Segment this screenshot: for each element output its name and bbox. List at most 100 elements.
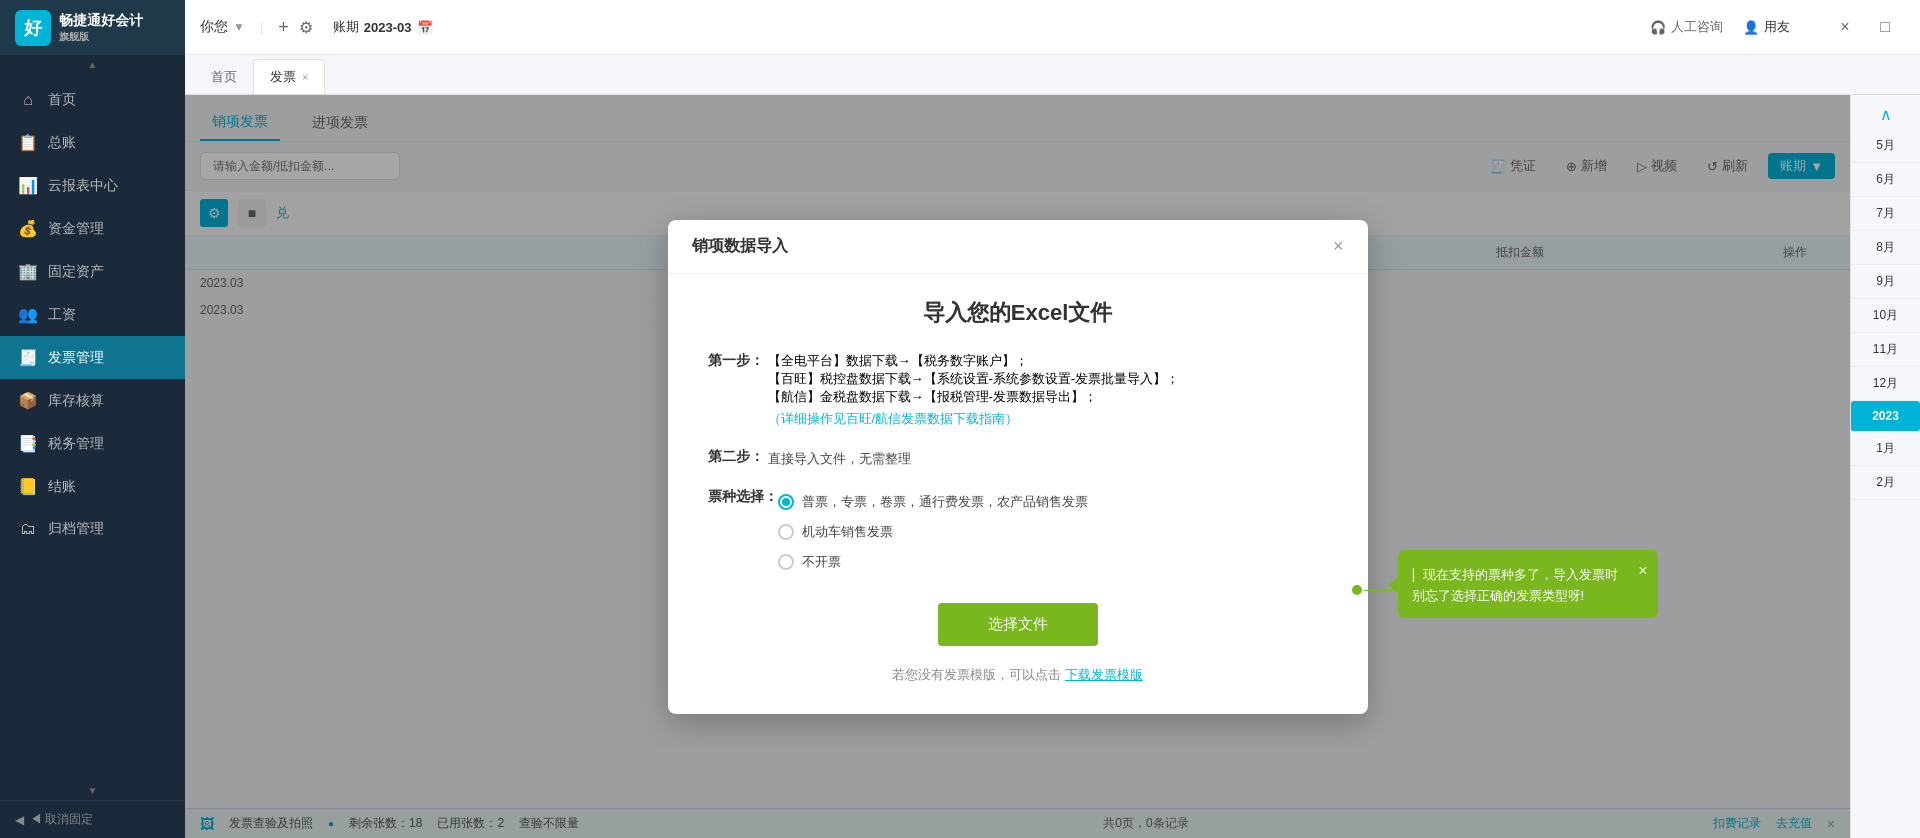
sidebar-nav: ⌂ 首页 📋 总账 📊 云报表中心 💰 资金管理 🏢 固定资产 👥 工资 <box>0 74 185 781</box>
period-value: 2023-03 <box>364 20 412 35</box>
date-side-panel: ∧ 5月 6月 7月 8月 9月 10月 11月 12月 2023 1月 2月 <box>1850 95 1920 838</box>
main-content-inner: 销项发票 进项发票 🧾 凭证 ⊕ 新增 <box>185 95 1850 838</box>
ticket-radio-group: 普票，专票，卷票，通行费发票，农产品销售发票 机动车销售发票 <box>778 493 1088 583</box>
sidebar-item-payroll[interactable]: 👥 工资 <box>0 293 185 336</box>
close-books-icon: 📒 <box>18 477 38 496</box>
user-button[interactable]: 👤 用友 <box>1743 18 1790 36</box>
sidebar-item-inventory[interactable]: 📦 库存核算 <box>0 379 185 422</box>
invoice-icon: 🧾 <box>18 348 38 367</box>
date-item-year-2023[interactable]: 2023 <box>1851 401 1920 432</box>
radio-circle-motor <box>778 524 794 540</box>
modal-close-button[interactable]: × <box>1333 237 1344 255</box>
ticket-section: 票种选择： 普票，专票，卷票，通行费发票，农产品销售发票 <box>708 488 1328 583</box>
radio-label-general: 普票，专票，卷票，通行费发票，农产品销售发票 <box>802 493 1088 511</box>
date-item-6[interactable]: 6月 <box>1851 163 1920 197</box>
sidebar-scroll-up[interactable]: ▲ <box>0 55 185 74</box>
tab-invoice-label: 发票 <box>270 68 296 86</box>
radio-option-general[interactable]: 普票，专票，卷票，通行费发票，农产品销售发票 <box>778 493 1088 511</box>
radio-label-none: 不开票 <box>802 553 841 571</box>
sidebar-item-tax[interactable]: 📑 税务管理 <box>0 422 185 465</box>
select-file-button[interactable]: 选择文件 <box>938 603 1098 646</box>
sidebar-item-archive[interactable]: 🗂 归档管理 <box>0 508 185 550</box>
step2-section: 第二步： 直接导入文件，无需整理 <box>708 448 1328 468</box>
window-close-button[interactable]: × <box>1825 7 1865 47</box>
sidebar-label-ledger: 总账 <box>48 134 76 152</box>
topbar-settings-button[interactable]: ⚙ <box>299 18 313 37</box>
topbar-period: 账期 2023-03 📅 <box>333 18 433 36</box>
step1-content: 【全电平台】数据下载→【税务数字账户】； 【百旺】税控盘数据下载→【系统设置-系… <box>768 352 1180 428</box>
sidebar-label-tax: 税务管理 <box>48 435 104 453</box>
date-item-1[interactable]: 1月 <box>1851 432 1920 466</box>
sidebar-item-assets[interactable]: 🏢 固定资产 <box>0 250 185 293</box>
service-button[interactable]: 🎧 人工咨询 <box>1650 18 1723 36</box>
date-item-8[interactable]: 8月 <box>1851 231 1920 265</box>
topbar-divider1: | <box>260 20 263 35</box>
period-calendar-icon[interactable]: 📅 <box>417 20 433 35</box>
radio-option-none[interactable]: 不开票 <box>778 553 1088 571</box>
sidebar-cancel-fixed[interactable]: ◀ ◀ 取消固定 <box>0 800 185 838</box>
company-dropdown-icon: ▼ <box>233 20 245 34</box>
company-selector[interactable]: 你您 ▼ <box>200 18 245 36</box>
headset-icon: 🎧 <box>1650 20 1666 35</box>
home-icon: ⌂ <box>18 91 38 109</box>
date-item-11[interactable]: 11月 <box>1851 333 1920 367</box>
user-label: 用友 <box>1764 18 1790 36</box>
date-item-10[interactable]: 10月 <box>1851 299 1920 333</box>
tooltip-arrow <box>1388 577 1398 593</box>
date-nav-up[interactable]: ∧ <box>1875 100 1897 129</box>
tab-home[interactable]: 首页 <box>195 60 253 94</box>
topbar: 你您 ▼ | + ⚙ 账期 2023-03 📅 🎧 人工咨询 👤 用友 <box>185 0 1920 55</box>
modal-footer: 若您没有发票模版，可以点击 下载发票模版 <box>708 666 1328 684</box>
sidebar-label-home: 首页 <box>48 91 76 109</box>
radio-circle-general <box>778 494 794 510</box>
download-template-link[interactable]: 下载发票模版 <box>1065 667 1143 682</box>
tooltip-bubble: | 现在支持的票种多了，导入发票时别忘了选择正确的发票类型呀! × <box>1398 550 1658 619</box>
service-label: 人工咨询 <box>1671 18 1723 36</box>
radio-label-motor: 机动车销售发票 <box>802 523 893 541</box>
logo-icon: 好 <box>15 10 51 46</box>
step1-row: 第一步： 【全电平台】数据下载→【税务数字账户】； 【百旺】税控盘数据下载→【系… <box>708 352 1328 428</box>
sidebar-item-invoice[interactable]: 🧾 发票管理 <box>0 336 185 379</box>
tab-home-label: 首页 <box>211 68 237 86</box>
window-controls: × □ <box>1825 7 1905 47</box>
sidebar-item-funds[interactable]: 💰 资金管理 <box>0 207 185 250</box>
sidebar-item-close[interactable]: 📒 结账 <box>0 465 185 508</box>
window-maximize-button[interactable]: □ <box>1865 7 1905 47</box>
reports-icon: 📊 <box>18 176 38 195</box>
date-item-5[interactable]: 5月 <box>1851 129 1920 163</box>
period-label: 账期 <box>333 18 359 36</box>
sidebar: 好 畅捷通好会计 旗舰版 ▲ ⌂ 首页 📋 总账 📊 云报表中心 💰 资金管理 <box>0 0 185 838</box>
tab-invoice[interactable]: 发票 × <box>253 59 325 94</box>
tab-invoice-close[interactable]: × <box>302 71 308 83</box>
payroll-icon: 👥 <box>18 305 38 324</box>
step1-label: 第一步： <box>708 352 768 428</box>
date-item-12[interactable]: 12月 <box>1851 367 1920 401</box>
tooltip-close-button[interactable]: × <box>1638 558 1647 584</box>
radio-option-motor[interactable]: 机动车销售发票 <box>778 523 1088 541</box>
sidebar-scroll-down[interactable]: ▼ <box>0 781 185 800</box>
full-content: 销项发票 进项发票 🧾 凭证 ⊕ 新增 <box>185 95 1920 838</box>
archive-icon: 🗂 <box>18 520 38 538</box>
date-item-9[interactable]: 9月 <box>1851 265 1920 299</box>
sidebar-label-invoice: 发票管理 <box>48 349 104 367</box>
step1-line3: 【航信】金税盘数据下载→【报税管理-发票数据导出】； <box>768 388 1180 406</box>
sidebar-item-home[interactable]: ⌂ 首页 <box>0 79 185 121</box>
sidebar-label-payroll: 工资 <box>48 306 76 324</box>
sidebar-item-reports[interactable]: 📊 云报表中心 <box>0 164 185 207</box>
date-item-7[interactable]: 7月 <box>1851 197 1920 231</box>
step2-text: 直接导入文件，无需整理 <box>768 448 911 468</box>
app-title: 畅捷通好会计 <box>59 12 143 30</box>
main-area: 你您 ▼ | + ⚙ 账期 2023-03 📅 🎧 人工咨询 👤 用友 <box>185 0 1920 838</box>
date-item-2[interactable]: 2月 <box>1851 466 1920 500</box>
topbar-add-button[interactable]: + <box>278 17 289 38</box>
radio-circle-none <box>778 554 794 570</box>
sidebar-item-ledger[interactable]: 📋 总账 <box>0 121 185 164</box>
step1-section: 第一步： 【全电平台】数据下载→【税务数字账户】； 【百旺】税控盘数据下载→【系… <box>708 352 1328 428</box>
step1-link[interactable]: （详细操作见百旺/航信发票数据下载指南） <box>768 411 1019 426</box>
footer-text: 若您没有发票模版，可以点击 <box>892 667 1061 682</box>
ticket-row: 票种选择： 普票，专票，卷票，通行费发票，农产品销售发票 <box>708 488 1328 583</box>
ticket-label: 票种选择： <box>708 488 778 583</box>
modal-title: 销项数据导入 <box>692 236 788 257</box>
assets-icon: 🏢 <box>18 262 38 281</box>
sidebar-label-archive: 归档管理 <box>48 520 104 538</box>
